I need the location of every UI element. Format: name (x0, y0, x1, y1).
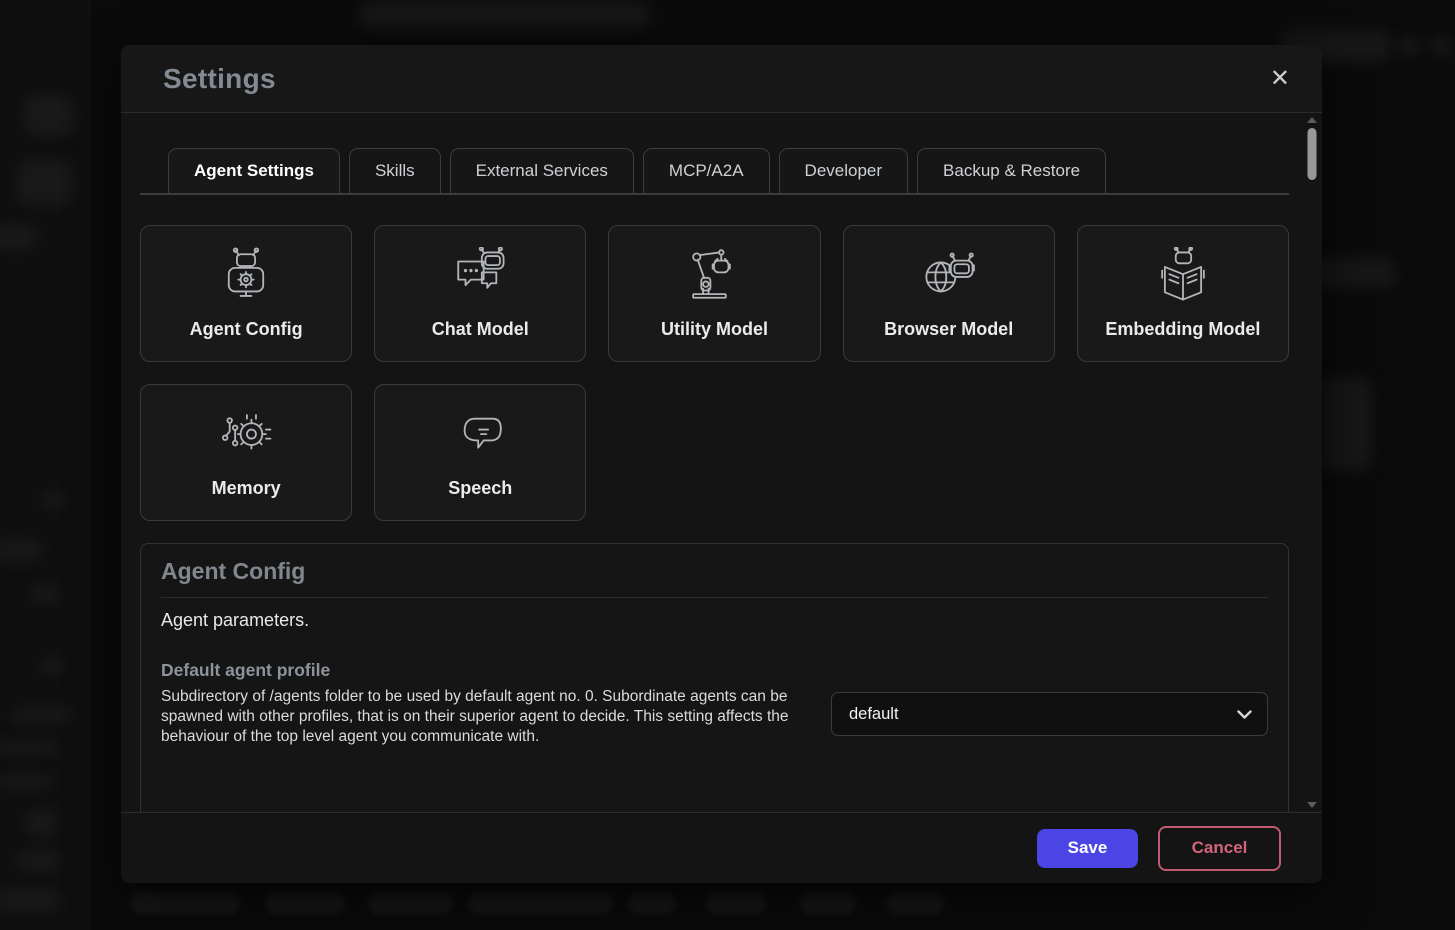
blurred-background-element (360, 2, 650, 28)
close-icon[interactable]: ✕ (1270, 67, 1290, 91)
blurred-background-element (0, 776, 52, 788)
blurred-background-element (706, 892, 766, 914)
blurred-background-element (40, 658, 64, 674)
section-title: Agent Config (161, 558, 1268, 585)
divider (161, 597, 1268, 598)
tab-mcp-a2a[interactable]: MCP/A2A (643, 148, 770, 193)
settings-cards: Agent Config Chat (140, 225, 1289, 521)
dimmed-sidebar (0, 0, 90, 930)
section-subtitle: Agent parameters. (161, 610, 1268, 631)
field-control: default (831, 692, 1268, 747)
scrollbar-thumb[interactable] (1307, 128, 1316, 180)
modal-scrollbar[interactable] (1304, 115, 1319, 810)
field-text: Default agent profile Subdirectory of /a… (161, 660, 811, 747)
blurred-background-element (0, 540, 42, 560)
card-label: Speech (448, 478, 512, 499)
blurred-background-element (1318, 378, 1372, 470)
blurred-background-element (468, 892, 613, 914)
tab-developer[interactable]: Developer (779, 148, 909, 193)
blurred-background-element (18, 850, 60, 870)
card-label: Browser Model (884, 319, 1013, 340)
save-button[interactable]: Save (1037, 829, 1138, 868)
card-label: Agent Config (190, 319, 303, 340)
card-memory[interactable]: Memory (140, 384, 352, 521)
tab-external-services[interactable]: External Services (450, 148, 634, 193)
agent-config-section: Agent Config Agent parameters. Default a… (140, 543, 1289, 812)
blurred-background-element (26, 810, 56, 836)
blurred-background-element (0, 890, 60, 910)
modal-footer: Save Cancel (121, 812, 1322, 883)
field-default-agent-profile: Default agent profile Subdirectory of /a… (161, 660, 1268, 747)
blurred-background-element (0, 225, 37, 250)
globe-robot-icon (920, 247, 978, 310)
card-label: Chat Model (432, 319, 529, 340)
settings-tabs: Agent Settings Skills External Services … (140, 148, 1289, 195)
blurred-background-element (265, 892, 345, 914)
selected-value: default (849, 705, 899, 724)
scrollbar-down-arrow-icon[interactable] (1307, 802, 1317, 808)
blurred-background-element (1430, 36, 1452, 56)
tab-agent-settings[interactable]: Agent Settings (168, 148, 340, 193)
card-label: Utility Model (661, 319, 768, 340)
blurred-background-element (130, 892, 240, 914)
book-robot-icon (1154, 247, 1212, 310)
default-agent-profile-select[interactable]: default (831, 692, 1268, 736)
circuit-gear-icon (217, 406, 275, 469)
agent-robot-gear-icon (217, 247, 275, 310)
modal-body: Agent Settings Skills External Services … (121, 113, 1322, 812)
chat-bubbles-robot-icon (451, 247, 509, 310)
blurred-background-element (368, 892, 453, 914)
card-label: Embedding Model (1105, 319, 1260, 340)
scrollbar-up-arrow-icon[interactable] (1307, 117, 1317, 123)
modal-header: Settings ✕ (121, 45, 1322, 113)
settings-modal: Settings ✕ Agent Settings Skills Externa… (121, 45, 1322, 883)
blurred-background-element (12, 708, 74, 722)
blurred-background-element (800, 892, 856, 914)
robot-arm-icon (685, 247, 743, 310)
blurred-background-element (628, 892, 676, 914)
blurred-background-element (0, 742, 58, 754)
app-root: Settings ✕ Agent Settings Skills Externa… (0, 0, 1455, 930)
card-embedding-model[interactable]: Embedding Model (1077, 225, 1289, 362)
card-utility-model[interactable]: Utility Model (608, 225, 820, 362)
speech-bubble-icon (451, 406, 509, 469)
blurred-background-element (18, 160, 73, 205)
chevron-down-icon (1237, 705, 1252, 724)
card-agent-config[interactable]: Agent Config (140, 225, 352, 362)
field-label: Default agent profile (161, 660, 811, 681)
blurred-background-element (886, 892, 944, 914)
card-label: Memory (212, 478, 281, 499)
cancel-button[interactable]: Cancel (1158, 826, 1281, 871)
tab-backup-restore[interactable]: Backup & Restore (917, 148, 1106, 193)
card-browser-model[interactable]: Browser Model (843, 225, 1055, 362)
blurred-background-element (42, 492, 66, 508)
card-speech[interactable]: Speech (374, 384, 586, 521)
modal-title: Settings (163, 63, 276, 95)
blurred-background-element (25, 95, 75, 135)
blurred-background-element (30, 586, 60, 602)
field-description: Subdirectory of /agents folder to be use… (161, 687, 811, 747)
blurred-background-element (1398, 36, 1420, 56)
tab-skills[interactable]: Skills (349, 148, 441, 193)
card-chat-model[interactable]: Chat Model (374, 225, 586, 362)
